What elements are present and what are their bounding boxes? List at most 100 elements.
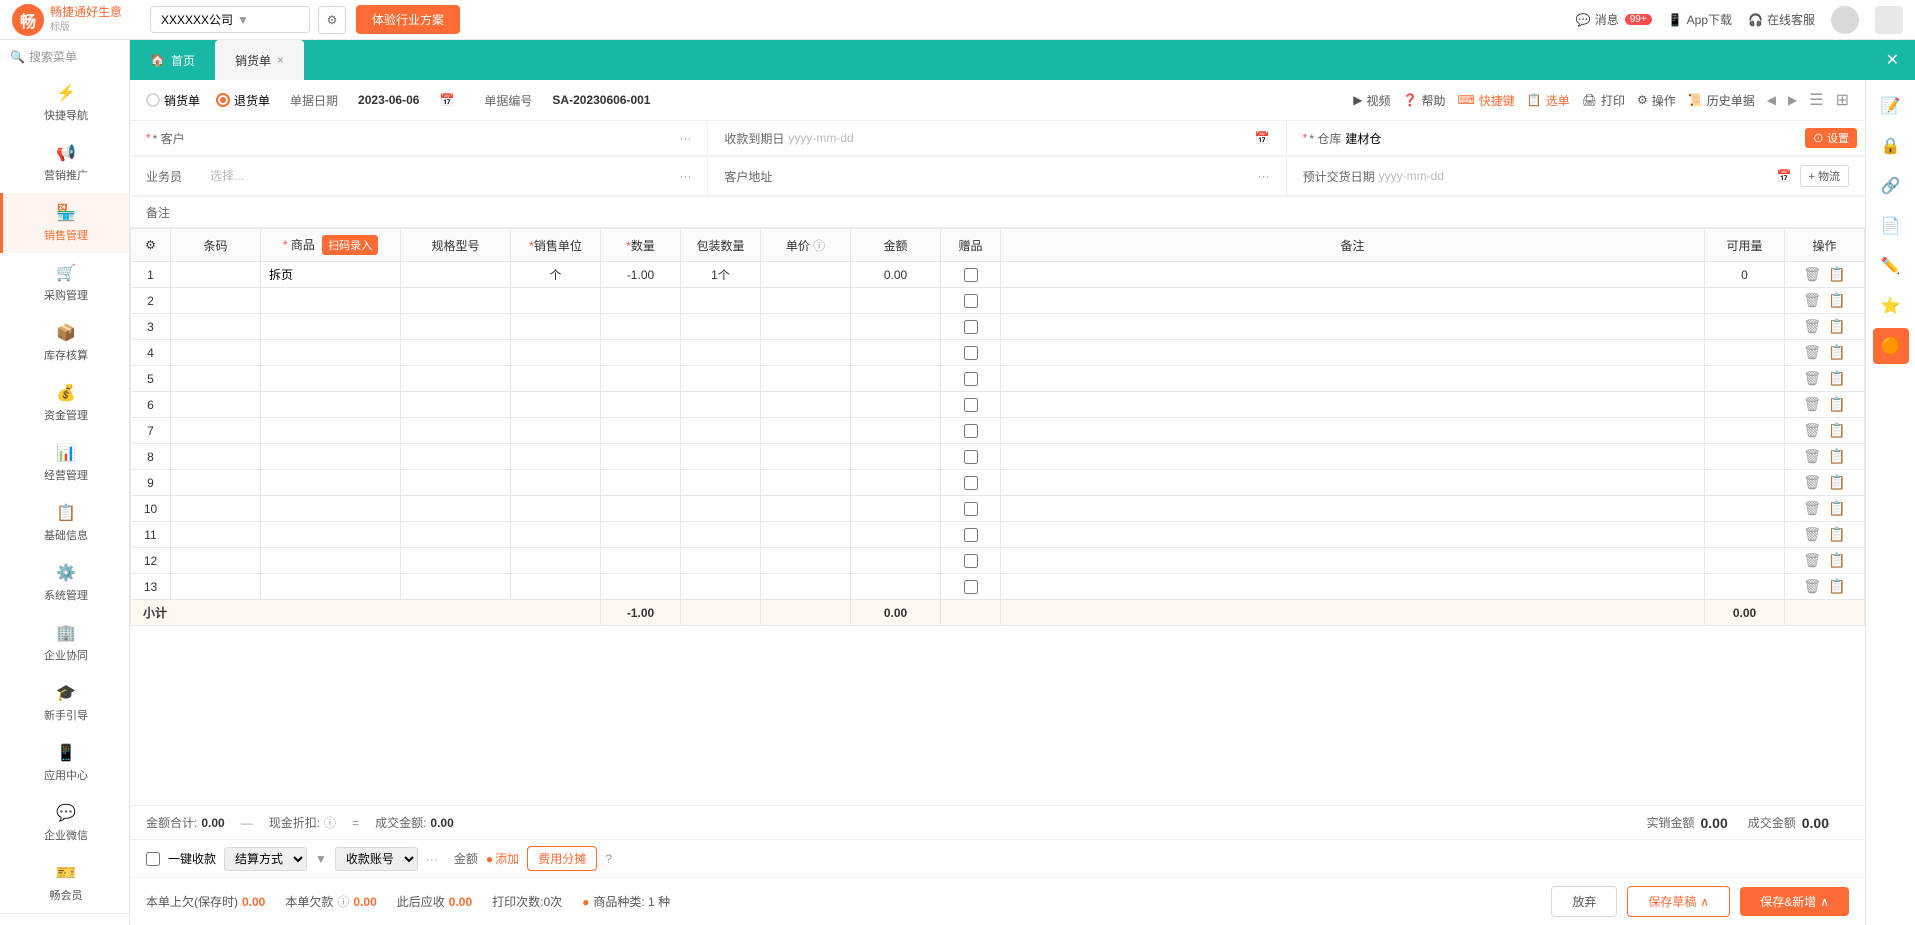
delete-row-btn-3[interactable]: 🗑 xyxy=(1803,344,1821,360)
cell-gift-6[interactable] xyxy=(941,418,1001,444)
cell-remarks-11[interactable] xyxy=(1001,548,1705,574)
right-panel-note-btn[interactable]: 📝 xyxy=(1873,88,1909,124)
cell-barcode-12[interactable] xyxy=(171,574,261,600)
tab-close-icon[interactable]: × xyxy=(277,53,284,67)
cell-product-2[interactable] xyxy=(261,314,401,340)
cell-spec-11[interactable] xyxy=(401,548,511,574)
right-panel-doc-btn[interactable]: 📄 xyxy=(1873,208,1909,244)
cell-remarks-2[interactable] xyxy=(1001,314,1705,340)
cell-barcode-2[interactable] xyxy=(171,314,261,340)
shortcut-btn[interactable]: ⌨ 快捷键 xyxy=(1457,92,1514,109)
customer-select-icon[interactable]: ··· xyxy=(679,131,691,145)
copy-row-btn-10[interactable]: 📋 xyxy=(1828,526,1845,542)
cell-product-5[interactable] xyxy=(261,392,401,418)
logistics-button[interactable]: + 物流 xyxy=(1800,165,1849,187)
sidebar-item-inventory[interactable]: 📦 库存核算 xyxy=(0,313,129,373)
cell-product-12[interactable] xyxy=(261,574,401,600)
copy-row-btn-6[interactable]: 📋 xyxy=(1828,422,1845,438)
copy-row-btn-9[interactable]: 📋 xyxy=(1828,500,1845,516)
cell-remarks-8[interactable] xyxy=(1001,470,1705,496)
cell-spec-8[interactable] xyxy=(401,470,511,496)
right-panel-lock-btn[interactable]: 🔒 xyxy=(1873,128,1909,164)
user-avatar[interactable] xyxy=(1831,6,1859,34)
copy-row-btn-11[interactable]: 📋 xyxy=(1828,552,1845,568)
cell-gift-5[interactable] xyxy=(941,392,1001,418)
due-date-calendar-icon[interactable]: 📅 xyxy=(1255,131,1270,145)
cell-product-8[interactable] xyxy=(261,470,401,496)
tab-sales-order[interactable]: 销货单 × xyxy=(215,40,304,80)
delete-row-btn-1[interactable]: 🗑 xyxy=(1803,292,1821,308)
cell-product-6[interactable] xyxy=(261,418,401,444)
calendar-icon[interactable]: 📅 xyxy=(439,93,454,107)
sidebar-item-vip[interactable]: 🎫 畅会员 xyxy=(0,853,129,913)
cell-spec-12[interactable] xyxy=(401,574,511,600)
cell-gift-1[interactable] xyxy=(941,288,1001,314)
cell-barcode-3[interactable] xyxy=(171,340,261,366)
app-download-btn[interactable]: 📱 App下载 xyxy=(1668,11,1732,28)
cell-barcode-7[interactable] xyxy=(171,444,261,470)
sidebar-item-basics[interactable]: 📋 基础信息 xyxy=(0,493,129,553)
settings-icon-btn[interactable]: ⚙ xyxy=(318,6,346,34)
cell-remarks-3[interactable] xyxy=(1001,340,1705,366)
cell-gift-2[interactable] xyxy=(941,314,1001,340)
sidebar-item-sales[interactable]: 🏪 销售管理 xyxy=(0,193,129,253)
sidebar-item-quick-nav[interactable]: ⚡ 快捷导航 xyxy=(0,73,129,133)
sidebar-item-enterprise[interactable]: 🏢 企业协同 xyxy=(0,613,129,673)
right-panel-link-btn[interactable]: 🔗 xyxy=(1873,168,1909,204)
sidebar-item-apps[interactable]: 📱 应用中心 xyxy=(0,733,129,793)
payment-account-select[interactable]: 收款账号 xyxy=(335,847,418,871)
right-panel-star-btn[interactable]: ⭐ xyxy=(1873,288,1909,324)
cell-remarks-12[interactable] xyxy=(1001,574,1705,600)
cell-spec-10[interactable] xyxy=(401,522,511,548)
cell-barcode-5[interactable] xyxy=(171,392,261,418)
delete-row-btn-7[interactable]: 🗑 xyxy=(1803,448,1821,464)
cell-remarks-1[interactable] xyxy=(1001,288,1705,314)
cell-product-11[interactable] xyxy=(261,548,401,574)
cell-remarks-6[interactable] xyxy=(1001,418,1705,444)
addr-select-icon[interactable]: ··· xyxy=(1258,169,1270,183)
copy-row-btn-3[interactable]: 📋 xyxy=(1828,344,1845,360)
view-grid-icon[interactable]: ⊞ xyxy=(1836,90,1849,110)
cell-gift-7[interactable] xyxy=(941,444,1001,470)
cell-product-10[interactable] xyxy=(261,522,401,548)
message-btn[interactable]: 💬 消息 99+ xyxy=(1576,11,1652,28)
customer-addr-input[interactable] xyxy=(784,167,1253,185)
copy-row-btn-5[interactable]: 📋 xyxy=(1828,396,1845,412)
cell-gift-3[interactable] xyxy=(941,340,1001,366)
cell-gift-8[interactable] xyxy=(941,470,1001,496)
cell-product-7[interactable] xyxy=(261,444,401,470)
copy-row-btn-1[interactable]: 📋 xyxy=(1828,292,1845,308)
expected-date-input[interactable] xyxy=(1375,167,1773,185)
cell-barcode-8[interactable] xyxy=(171,470,261,496)
price-info-icon[interactable]: ⓘ xyxy=(813,239,825,253)
delete-row-btn-8[interactable]: 🗑 xyxy=(1803,474,1821,490)
sidebar-item-operations[interactable]: 📊 经营管理 xyxy=(0,433,129,493)
account-select-icon[interactable]: ··· xyxy=(426,852,438,866)
cell-remarks-9[interactable] xyxy=(1001,496,1705,522)
right-panel-edit-btn[interactable]: ✏️ xyxy=(1873,248,1909,284)
radio-return-order[interactable]: 退货单 xyxy=(216,92,270,109)
cell-spec-3[interactable] xyxy=(401,340,511,366)
cell-remarks-7[interactable] xyxy=(1001,444,1705,470)
nav-prev-icon[interactable]: ◀ xyxy=(1767,93,1776,107)
copy-row-btn-0[interactable]: 📋 xyxy=(1828,266,1845,282)
delete-row-btn-11[interactable]: 🗑 xyxy=(1803,552,1821,568)
delete-row-btn-2[interactable]: 🗑 xyxy=(1803,318,1821,334)
copy-row-btn-2[interactable]: 📋 xyxy=(1828,318,1845,334)
expense-help-icon[interactable]: ? xyxy=(605,852,612,866)
user-menu-btn[interactable] xyxy=(1875,6,1903,34)
nav-next-icon[interactable]: ▶ xyxy=(1788,93,1797,107)
cell-remarks-4[interactable] xyxy=(1001,366,1705,392)
cell-product-4[interactable] xyxy=(261,366,401,392)
company-selector[interactable]: XXXXXX公司 ▼ xyxy=(150,6,310,33)
cell-barcode-6[interactable] xyxy=(171,418,261,444)
delete-row-btn-10[interactable]: 🗑 xyxy=(1803,526,1821,542)
copy-row-btn-12[interactable]: 📋 xyxy=(1828,578,1845,594)
cell-remarks-5[interactable] xyxy=(1001,392,1705,418)
sidebar-item-guide[interactable]: 🎓 新手引导 xyxy=(0,673,129,733)
help-btn[interactable]: ❓ 帮助 xyxy=(1403,92,1446,109)
cell-gift-9[interactable] xyxy=(941,496,1001,522)
delete-row-btn-6[interactable]: 🗑 xyxy=(1803,422,1821,438)
cell-barcode-0[interactable] xyxy=(171,262,261,288)
th-settings[interactable]: ⚙ xyxy=(131,229,171,262)
